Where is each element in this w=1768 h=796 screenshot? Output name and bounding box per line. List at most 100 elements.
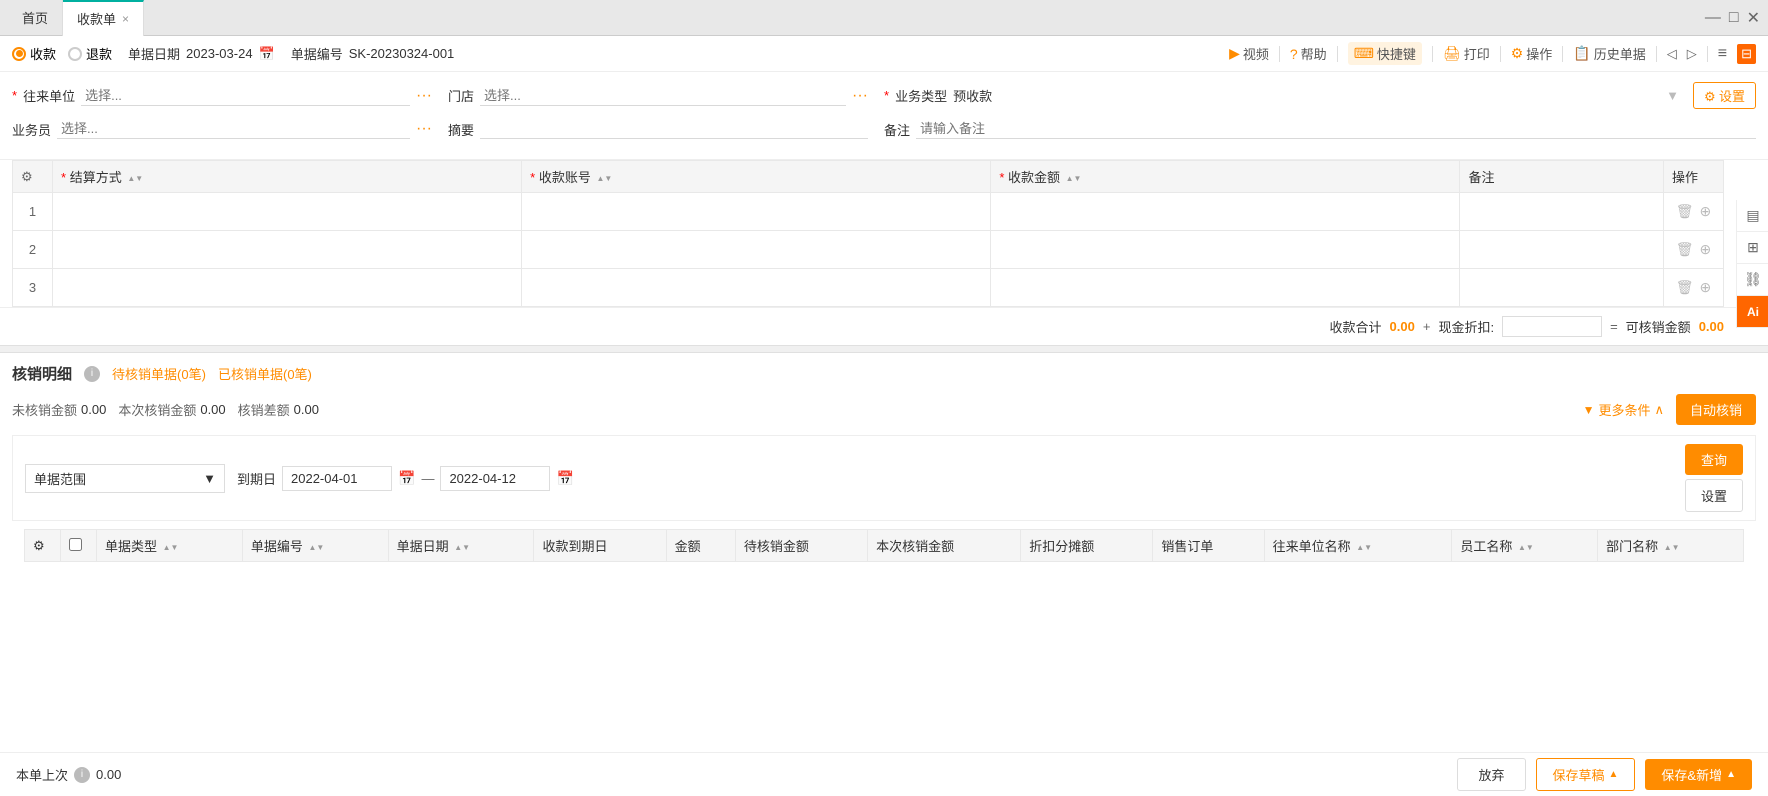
footer-info-icon[interactable]: i — [74, 767, 90, 783]
next-icon[interactable]: ▷ — [1687, 46, 1697, 62]
grid-view-icon[interactable]: ⊟ — [1737, 44, 1756, 64]
discount-label: 现金折扣: — [1438, 317, 1494, 336]
row3-settlement[interactable] — [53, 269, 522, 307]
sort-employee[interactable]: ▲▼ — [1518, 544, 1534, 552]
save-new-chevron: ▲ — [1726, 769, 1736, 780]
sort-number[interactable]: ▲▼ — [308, 544, 324, 552]
radio-receipt[interactable]: 收款 — [12, 44, 56, 63]
table-row: 2 🗑 ⊕ — [13, 231, 1724, 269]
date-value[interactable]: 2023-03-24 — [186, 46, 253, 61]
th-settlement[interactable]: * 结算方式 ▲▼ — [53, 161, 522, 193]
help-button[interactable]: ? 帮助 — [1290, 44, 1327, 63]
row2-delete-icon[interactable]: 🗑 — [1676, 241, 1694, 258]
ops-button[interactable]: ⚙ 操作 — [1511, 44, 1553, 63]
tab-receipt-close[interactable]: × — [122, 12, 129, 26]
list-view-icon[interactable]: ≡ — [1718, 45, 1727, 63]
save-draft-button[interactable]: 保存草稿 ▲ — [1536, 758, 1636, 791]
row2-remark[interactable] — [1460, 231, 1664, 269]
vth-gear[interactable]: ⚙ — [25, 530, 61, 562]
row2-account[interactable] — [522, 231, 991, 269]
date-from-input[interactable] — [282, 466, 392, 491]
sort-amount[interactable]: ▲▼ — [1066, 175, 1082, 183]
row3-amount[interactable] — [991, 269, 1460, 307]
select-all-checkbox[interactable] — [69, 538, 82, 551]
pending-link[interactable]: 待核销单据(0笔) — [112, 364, 206, 383]
sticky-table-icon[interactable]: ▤ — [1737, 200, 1768, 232]
sort-counterpart[interactable]: ▲▼ — [1356, 544, 1372, 552]
query-button[interactable]: 查询 — [1685, 444, 1743, 475]
vth-type[interactable]: 单据类型 ▲▼ — [97, 530, 243, 562]
tab-bar: 首页 收款单 × — □ ✕ — [0, 0, 1768, 36]
row1-copy-icon[interactable]: ⊕ — [1700, 203, 1712, 220]
cal-to-icon[interactable]: 📅 — [556, 470, 573, 487]
row1-remark[interactable] — [1460, 193, 1664, 231]
minimize-button[interactable]: — — [1705, 9, 1721, 27]
salesperson-more-btn[interactable]: ··· — [416, 120, 432, 138]
vth-dept[interactable]: 部门名称 ▲▼ — [1598, 530, 1744, 562]
biz-type-dropdown[interactable]: ▼ — [1666, 88, 1679, 103]
auto-verify-button[interactable]: 自动核销 — [1676, 394, 1756, 425]
salesperson-input[interactable] — [57, 119, 410, 139]
number-value[interactable]: SK-20230324-001 — [349, 46, 455, 61]
cal-from-icon[interactable]: 📅 — [398, 470, 415, 487]
sort-account[interactable]: ▲▼ — [596, 175, 612, 183]
done-link[interactable]: 已核销单据(0笔) — [218, 364, 312, 383]
summary-input[interactable] — [480, 119, 868, 139]
row2-copy-icon[interactable]: ⊕ — [1700, 241, 1712, 258]
th-account[interactable]: * 收款账号 ▲▼ — [522, 161, 991, 193]
date-to-input[interactable] — [440, 466, 550, 491]
sort-settlement[interactable]: ▲▼ — [127, 175, 143, 183]
tab-home[interactable]: 首页 — [8, 0, 63, 36]
sort-date[interactable]: ▲▼ — [454, 544, 470, 552]
counterpart-input[interactable] — [81, 86, 410, 106]
radio-refund[interactable]: 退款 — [68, 44, 112, 63]
th-amount[interactable]: * 收款金额 ▲▼ — [991, 161, 1460, 193]
sticky-link-icon[interactable]: ⛓ — [1737, 264, 1768, 296]
sort-type[interactable]: ▲▼ — [163, 544, 179, 552]
remark-input[interactable] — [916, 119, 1756, 139]
history-button[interactable]: 📋 历史单据 — [1573, 44, 1645, 63]
row1-delete-icon[interactable]: 🗑 — [1676, 203, 1694, 220]
row3-copy-icon[interactable]: ⊕ — [1700, 279, 1712, 296]
sticky-grid-icon[interactable]: ⊞ — [1737, 232, 1768, 264]
row1-amount[interactable] — [991, 193, 1460, 231]
prev-icon[interactable]: ◁ — [1667, 46, 1677, 62]
vth-date[interactable]: 单据日期 ▲▼ — [388, 530, 534, 562]
row1-account[interactable] — [522, 193, 991, 231]
verify-info-icon[interactable]: i — [84, 366, 100, 382]
row2-amount[interactable] — [991, 231, 1460, 269]
table-settings-icon[interactable]: ⚙ — [21, 169, 33, 184]
print-button[interactable]: 🖨 打印 — [1443, 44, 1490, 63]
salesperson-label: 业务员 — [12, 120, 51, 139]
verify-table-settings-icon[interactable]: ⚙ — [33, 538, 45, 553]
discount-input[interactable] — [1502, 316, 1602, 337]
video-button[interactable]: ▶ 视频 — [1229, 44, 1269, 63]
vth-employee[interactable]: 员工名称 ▲▼ — [1452, 530, 1598, 562]
tab-receipt[interactable]: 收款单 × — [63, 0, 144, 36]
close-button[interactable]: ✕ — [1747, 8, 1760, 28]
row1-settlement[interactable] — [53, 193, 522, 231]
counterpart-more-btn[interactable]: ··· — [416, 87, 432, 105]
last-value: 0.00 — [96, 767, 121, 782]
sort-dept[interactable]: ▲▼ — [1664, 544, 1680, 552]
store-more-btn[interactable]: ··· — [852, 87, 868, 105]
help-label: 帮助 — [1301, 44, 1327, 63]
row2-settlement[interactable] — [53, 231, 522, 269]
abandon-button[interactable]: 放弃 — [1457, 758, 1525, 791]
more-conditions-btn[interactable]: ▼ 更多条件 ∧ — [1583, 400, 1664, 419]
range-select[interactable]: 单据范围 ▼ — [25, 464, 225, 493]
row3-delete-icon[interactable]: 🗑 — [1676, 279, 1694, 296]
row3-remark[interactable] — [1460, 269, 1664, 307]
shortcut-button[interactable]: ⌨ 快捷键 — [1348, 42, 1422, 65]
store-input[interactable] — [480, 86, 846, 106]
calendar-icon[interactable]: 📅 — [259, 46, 275, 62]
table-settings-button[interactable]: 设置 — [1685, 479, 1743, 512]
radio-receipt-label: 收款 — [30, 44, 56, 63]
vth-counterpart[interactable]: 往来单位名称 ▲▼ — [1264, 530, 1452, 562]
save-new-button[interactable]: 保存&新增 ▲ — [1645, 759, 1752, 790]
maximize-button[interactable]: □ — [1729, 9, 1739, 27]
vth-number[interactable]: 单据编号 ▲▼ — [242, 530, 388, 562]
settings-button[interactable]: ⚙ 设置 — [1693, 82, 1756, 109]
row3-account[interactable] — [522, 269, 991, 307]
sticky-ai-icon[interactable]: Ai — [1737, 296, 1768, 328]
